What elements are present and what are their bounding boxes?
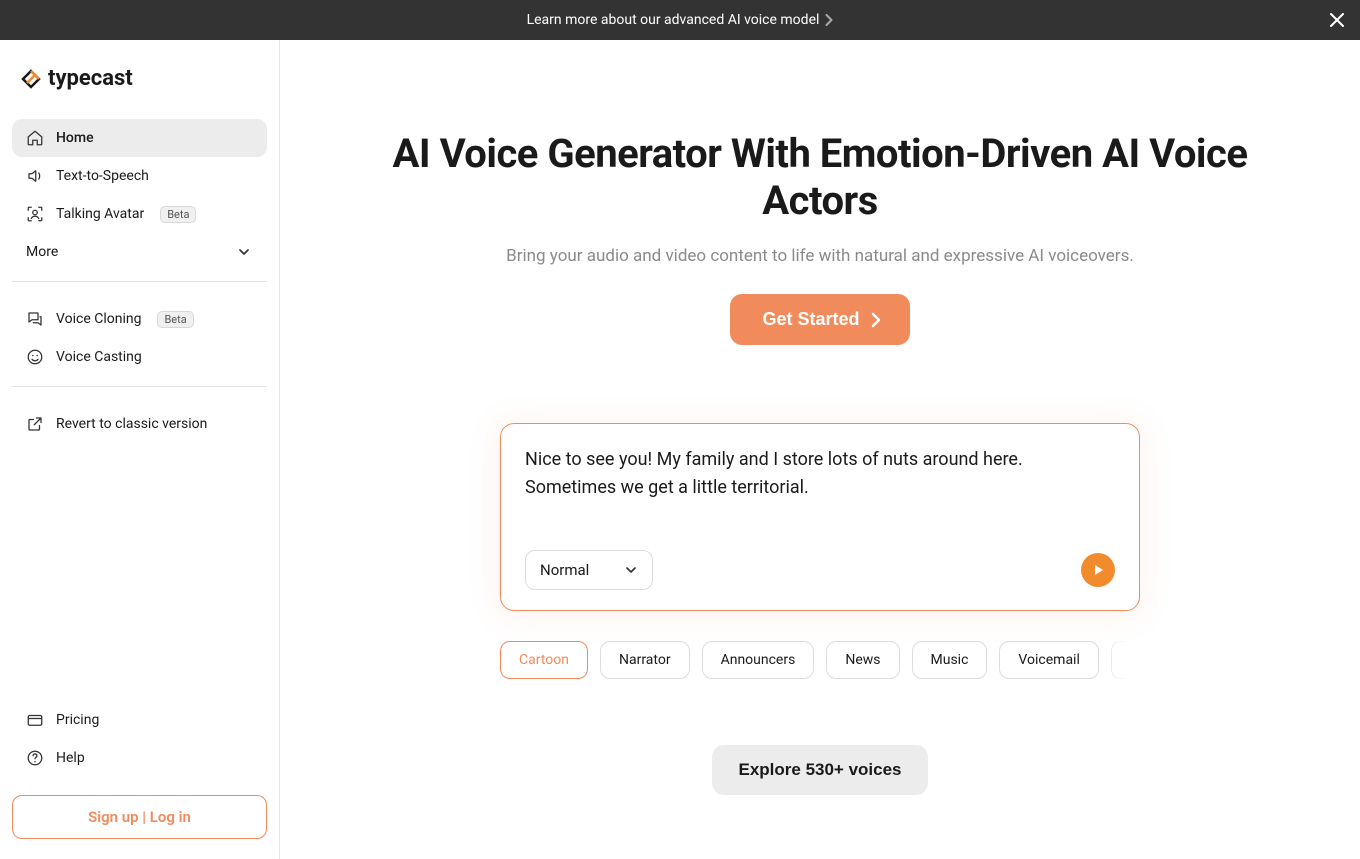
announcement-link[interactable]: Learn more about our advanced AI voice m… <box>527 12 834 28</box>
close-banner-button[interactable] <box>1330 13 1344 27</box>
explore-label: Explore 530+ voices <box>738 760 901 780</box>
sidebar-nav-secondary: Voice Cloning Beta Voice Casting <box>12 292 267 376</box>
chevron-right-icon <box>825 14 833 26</box>
sidebar-item-avatar[interactable]: Talking Avatar Beta <box>12 195 267 233</box>
chip-label: Announcers <box>721 652 796 668</box>
explore-voices-button[interactable]: Explore 530+ voices <box>712 745 927 795</box>
sidebar-divider <box>12 386 267 387</box>
chevron-right-icon <box>870 312 882 328</box>
chip-label: Kid <box>1130 652 1140 668</box>
announcement-banner: Learn more about our advanced AI voice m… <box>0 0 1360 40</box>
sidebar-nav-primary: Home Text-to-Speech Talking Avatar Beta … <box>12 111 267 271</box>
main-content: AI Voice Generator With Emotion-Driven A… <box>280 40 1360 859</box>
category-chip-voicemail[interactable]: Voicemail <box>999 641 1098 679</box>
category-chip-announcers[interactable]: Announcers <box>702 641 815 679</box>
chip-label: News <box>845 652 880 668</box>
category-chip-news[interactable]: News <box>826 641 899 679</box>
page-subtitle: Bring your audio and video content to li… <box>506 246 1134 266</box>
home-icon <box>26 129 44 147</box>
face-icon <box>26 348 44 366</box>
sidebar-item-label: More <box>26 244 58 260</box>
voice-style-select[interactable]: Normal <box>525 550 653 590</box>
sidebar-item-label: Home <box>56 130 94 146</box>
sidebar-item-label: Voice Casting <box>56 349 142 365</box>
cta-label: Get Started <box>762 309 859 330</box>
sidebar-item-voice-cloning[interactable]: Voice Cloning Beta <box>12 300 267 338</box>
brand-logo[interactable]: typecast <box>12 66 267 111</box>
sidebar-item-label: Help <box>56 750 85 766</box>
play-button[interactable] <box>1081 553 1115 587</box>
chat-icon <box>26 310 44 328</box>
beta-badge: Beta <box>157 311 193 328</box>
announcement-text: Learn more about our advanced AI voice m… <box>527 12 820 28</box>
chip-label: Cartoon <box>519 652 569 668</box>
external-link-icon <box>26 415 44 433</box>
logo-mark-icon <box>20 68 42 90</box>
close-icon <box>1330 13 1344 27</box>
chevron-down-icon <box>235 243 253 261</box>
category-chip-narrator[interactable]: Narrator <box>600 641 690 679</box>
chip-label: Voicemail <box>1018 652 1079 668</box>
category-chip-cartoon[interactable]: Cartoon <box>500 641 588 679</box>
chevron-down-icon <box>624 563 638 577</box>
chip-label: Narrator <box>619 652 671 668</box>
beta-badge: Beta <box>160 206 196 223</box>
sidebar-item-label: Talking Avatar <box>56 206 144 222</box>
sidebar-item-more[interactable]: More <box>12 233 267 271</box>
category-chip-kid[interactable]: Kid <box>1111 641 1140 679</box>
play-icon <box>1091 563 1105 577</box>
sidebar-item-tts[interactable]: Text-to-Speech <box>12 157 267 195</box>
category-chip-music[interactable]: Music <box>912 641 988 679</box>
credit-card-icon <box>26 711 44 729</box>
sidebar-item-pricing[interactable]: Pricing <box>12 701 267 739</box>
sidebar-item-voice-casting[interactable]: Voice Casting <box>12 338 267 376</box>
voice-demo-controls: Normal <box>525 550 1115 590</box>
sidebar-item-label: Text-to-Speech <box>56 168 149 184</box>
page-title: AI Voice Generator With Emotion-Driven A… <box>340 130 1300 224</box>
avatar-scan-icon <box>26 205 44 223</box>
sidebar-item-label: Pricing <box>56 712 99 728</box>
sidebar-divider <box>12 281 267 282</box>
auth-button-label: Sign up | Log in <box>88 808 191 826</box>
signup-login-button[interactable]: Sign up | Log in <box>12 795 267 839</box>
get-started-button[interactable]: Get Started <box>730 294 909 345</box>
sidebar-item-revert[interactable]: Revert to classic version <box>12 405 267 443</box>
sidebar-nav-bottom: Pricing Help <box>12 693 267 777</box>
voice-style-value: Normal <box>540 561 589 579</box>
voice-demo-text[interactable]: Nice to see you! My family and I store l… <box>525 446 1115 530</box>
voice-category-chips: Cartoon Narrator Announcers News Music V… <box>500 641 1140 683</box>
sidebar-item-label: Voice Cloning <box>56 311 141 327</box>
sidebar: typecast Home Text-to-Speech Talking Ava… <box>0 40 280 859</box>
voice-demo-card: Nice to see you! My family and I store l… <box>500 423 1140 611</box>
sidebar-nav-tertiary: Revert to classic version <box>12 397 267 443</box>
sidebar-item-help[interactable]: Help <box>12 739 267 777</box>
help-icon <box>26 749 44 767</box>
sidebar-item-label: Revert to classic version <box>56 416 207 432</box>
brand-name: typecast <box>48 66 133 91</box>
speaker-icon <box>26 167 44 185</box>
sidebar-item-home[interactable]: Home <box>12 119 267 157</box>
chip-label: Music <box>931 652 969 668</box>
